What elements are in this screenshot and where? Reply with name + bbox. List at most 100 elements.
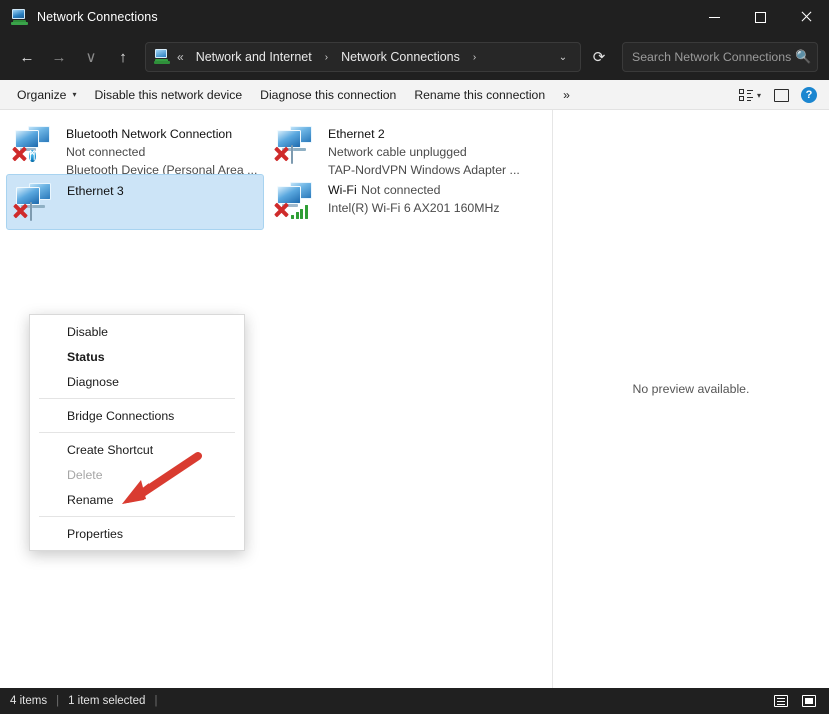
status-bar: 4 items | 1 item selected | [0,688,829,714]
item-count-label: 4 items [10,695,48,707]
wifi-signal-icon [291,202,308,219]
context-menu-rename[interactable]: Rename [30,487,244,512]
list-item[interactable]: ᛗ Bluetooth Network Connection Not conne… [6,118,264,177]
title-bar-left: Network Connections [0,8,158,26]
details-view-button[interactable] [769,691,793,711]
back-button[interactable]: ← [11,42,43,72]
shield-icon [41,324,57,340]
breadcrumb-trailing-chevron-icon[interactable]: › [470,52,479,63]
breadcrumb-item-network-connections[interactable]: Network Connections [336,47,465,67]
list-item-text: Bluetooth Network Connection Not connect… [66,124,258,179]
close-button[interactable] [783,0,829,34]
context-menu-disable[interactable]: Disable [30,319,244,344]
list-item[interactable]: Wi-Fi Not connected Intel(R) Wi-Fi 6 AX2… [268,174,526,230]
diagnose-connection-button[interactable]: Diagnose this connection [251,84,405,106]
preview-message: No preview available. [632,382,750,396]
context-menu-label: Bridge Connections [67,408,175,423]
address-network-icon [154,49,170,65]
context-menu-separator [39,516,235,517]
window-controls [691,0,829,34]
preview-pane-icon [773,88,789,102]
command-bar: Organize ▾ Disable this network device D… [0,80,829,110]
minimize-button[interactable] [691,0,737,34]
connection-status: Network cable unplugged [328,145,467,159]
maximize-button[interactable] [737,0,783,34]
overflow-button[interactable]: » [554,84,579,106]
context-menu-status[interactable]: Status [30,344,244,369]
connection-adapter: Intel(R) Wi-Fi 6 AX201 160MHz [328,201,500,215]
command-bar-right: ▾ ? [734,80,822,110]
refresh-button[interactable]: ⟳ [583,42,615,72]
menu-icon-placeholder [41,374,57,390]
context-menu-separator [39,432,235,433]
context-menu-properties[interactable]: Properties [30,521,244,546]
organize-label: Organize [17,87,67,102]
connection-status: Not connected [361,183,441,197]
network-connections-window: Network Connections ← → ∨ ↑ « Network an… [0,0,829,714]
help-icon: ? [801,87,817,103]
disabled-x-icon [274,146,289,161]
network-connections-icon [11,8,28,26]
preview-pane: No preview available. [553,110,829,688]
context-menu-label: Status [67,349,105,364]
rename-connection-button[interactable]: Rename this connection [405,84,554,106]
preview-pane-button[interactable] [768,83,794,107]
context-menu-diagnose[interactable]: Diagnose [30,369,244,394]
menu-icon-placeholder [41,349,57,365]
cable-icon [291,145,308,164]
network-adapter-icon: ᛗ [12,124,58,164]
disabled-x-icon [12,146,27,161]
menu-icon-placeholder [41,442,57,458]
disable-device-button[interactable]: Disable this network device [85,84,251,106]
network-adapter-icon [274,180,320,220]
search-icon[interactable]: 🔍 [795,49,811,65]
view-chevron-down-icon: ▾ [756,90,761,100]
connection-name: Ethernet 3 [67,184,124,198]
status-bar-view-toggles [769,688,821,714]
shield-icon [41,467,57,483]
status-separator: | [154,695,158,707]
connections-grid: ᛗ Bluetooth Network Connection Not conne… [6,118,552,230]
window-title: Network Connections [37,10,158,24]
bluetooth-icon: ᛗ [29,150,36,162]
forward-button[interactable]: → [43,42,75,72]
shield-icon [41,492,57,508]
context-menu-label: Diagnose [67,374,119,389]
large-icons-view-button[interactable] [797,691,821,711]
context-menu-create-shortcut[interactable]: Create Shortcut [30,437,244,462]
disabled-x-icon [274,202,289,217]
context-menu-label: Rename [67,492,114,507]
breadcrumb-item-network-and-internet[interactable]: Network and Internet [191,47,317,67]
connection-name: Ethernet 2 [328,127,385,141]
network-adapter-icon [274,124,320,164]
navigation-bar: ← → ∨ ↑ « Network and Internet › Network… [0,34,829,80]
address-bar[interactable]: « Network and Internet › Network Connect… [145,42,581,72]
disabled-x-icon [13,203,28,218]
chevron-down-icon: ▾ [72,90,77,99]
connection-status: Not connected [66,145,146,159]
recent-locations-icon[interactable]: ∨ [75,42,107,72]
breadcrumb-separator-icon: › [324,51,329,63]
context-menu-label: Create Shortcut [67,442,154,457]
address-dropdown-icon[interactable]: ⌄ [550,44,576,70]
organize-button[interactable]: Organize ▾ [8,84,85,106]
network-adapter-icon [13,181,59,221]
content-area: ᛗ Bluetooth Network Connection Not conne… [0,110,829,688]
context-menu-separator [39,398,235,399]
search-input[interactable] [632,50,791,64]
up-button[interactable]: ↑ [107,42,139,72]
view-options-button[interactable]: ▾ [734,83,766,107]
list-item[interactable]: Ethernet 2 Network cable unplugged TAP-N… [268,118,526,177]
search-box[interactable]: 🔍 [622,42,818,72]
list-item-text: Ethernet 3 [67,181,124,200]
help-button[interactable]: ? [796,83,822,107]
shield-icon [41,526,57,542]
status-separator: | [56,695,60,707]
context-menu-label: Properties [67,526,124,541]
breadcrumb-overflow-icon[interactable]: « [175,50,186,64]
context-menu[interactable]: Disable Status Diagnose Bridge Connectio… [29,314,245,551]
selection-count-label: 1 item selected [68,695,146,707]
context-menu-bridge-connections[interactable]: Bridge Connections [30,403,244,428]
list-item-selected[interactable]: Ethernet 3 [6,174,264,230]
connection-name: Bluetooth Network Connection [66,127,233,141]
